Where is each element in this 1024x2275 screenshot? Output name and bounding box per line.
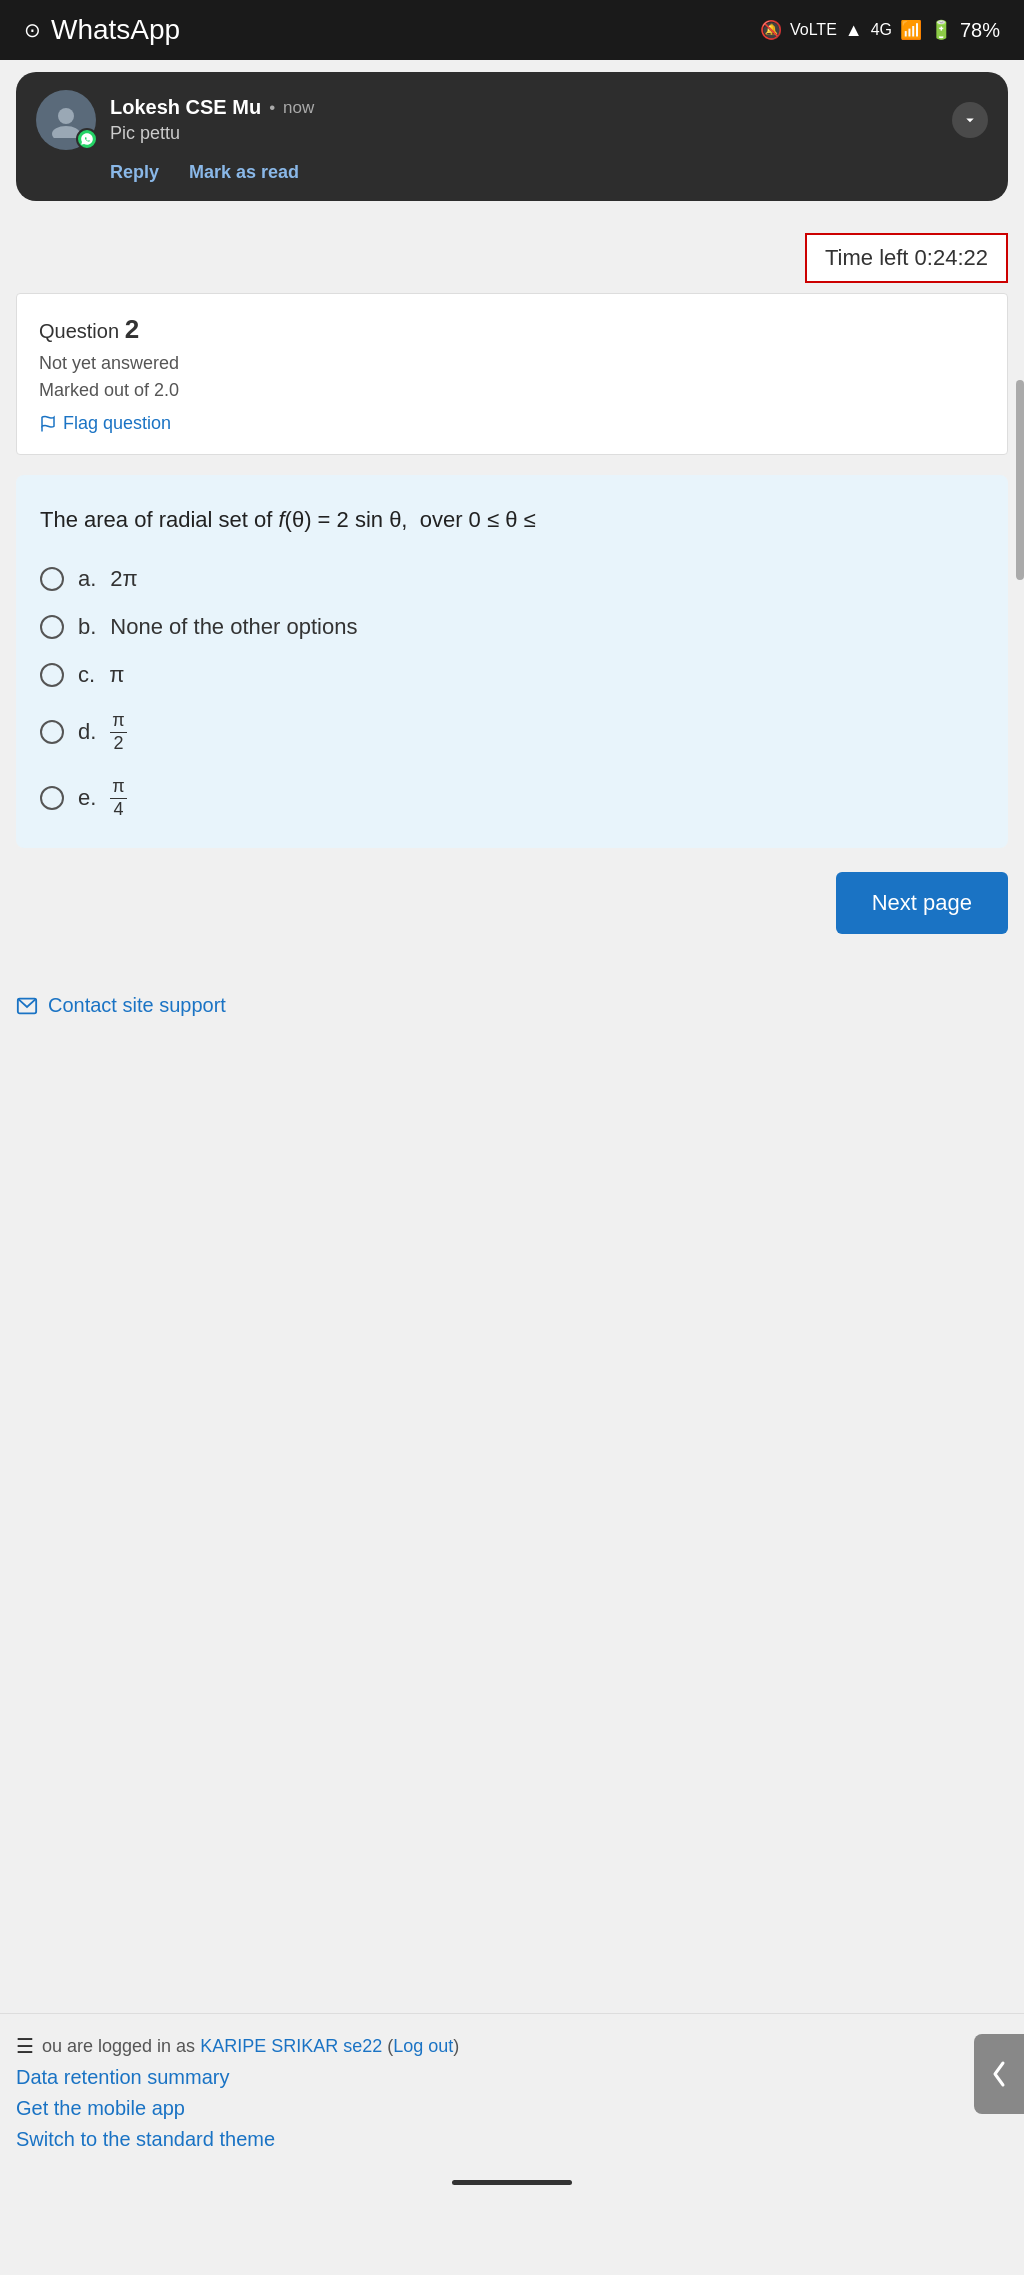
mark-as-read-button[interactable]: Mark as read [189,162,299,183]
question-info-card: Question 2 Not yet answered Marked out o… [16,293,1008,455]
notification-banner: Lokesh CSE Mu • now Pic pettu Reply Mark… [16,72,1008,201]
reply-button[interactable]: Reply [110,162,159,183]
notification-message: Pic pettu [110,123,938,144]
status-bar-right: 🔕 VoLTE ▲ 4G 📶 🔋 78% [760,19,1000,42]
option-e[interactable]: e. π 4 [40,776,984,820]
whatsapp-badge [76,128,98,150]
switch-theme-link[interactable]: Switch to the standard theme [16,2128,1008,2151]
notification-dot: • [269,98,275,118]
mobile-app-link[interactable]: Get the mobile app [16,2097,1008,2120]
battery-icon: 🔋 [930,19,952,41]
logout-link[interactable]: Log out [393,2036,453,2056]
radio-a[interactable] [40,567,64,591]
signal-bars: 📶 [900,19,922,41]
notification-header: Lokesh CSE Mu • now Pic pettu [36,90,988,150]
option-b[interactable]: b. None of the other options [40,614,984,640]
next-page-container: Next page [16,872,1008,934]
radio-d[interactable] [40,720,64,744]
data-retention-link[interactable]: Data retention summary [16,2066,1008,2089]
notification-title-row: Lokesh CSE Mu • now [110,96,938,119]
svg-point-0 [58,108,74,124]
status-bar-left: ⊙ WhatsApp [24,14,180,46]
whatsapp-badge-icon [80,132,94,146]
notification-actions: Reply Mark as read [36,162,988,183]
scrollbar[interactable] [1016,380,1024,580]
question-content-card: The area of radial set of f(θ) = 2 sin θ… [16,475,1008,848]
radio-c[interactable] [40,663,64,687]
battery-level: 78% [960,19,1000,42]
question-number: Question 2 [39,314,985,345]
main-content: Time left 0:24:22 Question 2 Not yet ans… [0,213,1024,2013]
timer-label: Time left 0:24:22 [825,245,988,270]
question-text: The area of radial set of f(θ) = 2 sin θ… [40,503,984,536]
chevron-left-icon [989,2059,1009,2089]
menu-icon: ☰ [16,2034,34,2058]
fraction-pi-4: π 4 [110,776,126,820]
app-name: WhatsApp [51,14,180,46]
footer-logged-in: ☰ ou are logged in as KARIPE SRIKAR se22… [16,2034,1008,2058]
timer-box: Time left 0:24:22 [805,233,1008,283]
next-page-button[interactable]: Next page [836,872,1008,934]
options-list: a. 2π b. None of the other options c. π … [40,566,984,820]
email-icon [16,995,38,1017]
signal-text: VoLTE [790,21,837,39]
option-d[interactable]: d. π 2 [40,710,984,754]
whatsapp-icon: ⊙ [24,18,41,42]
notification-sender-name: Lokesh CSE Mu [110,96,261,119]
notification-time: now [283,98,314,118]
network-icon: 4G [871,21,892,39]
home-indicator [16,2171,1008,2189]
footer: ☰ ou are logged in as KARIPE SRIKAR se22… [0,2013,1024,2209]
mute-icon: 🔕 [760,19,782,41]
flag-question-button[interactable]: Flag question [39,413,985,434]
question-status: Not yet answered [39,353,985,374]
notification-content: Lokesh CSE Mu • now Pic pettu [110,96,938,144]
option-c[interactable]: c. π [40,662,984,688]
contact-support-label: Contact site support [48,994,226,1017]
flag-icon [39,415,57,433]
chevron-down-icon [961,111,979,129]
back-button[interactable] [974,2034,1024,2114]
radio-e[interactable] [40,786,64,810]
fraction-pi-2: π 2 [110,710,126,754]
question-marks: Marked out of 2.0 [39,380,985,401]
option-a[interactable]: a. 2π [40,566,984,592]
flag-question-label: Flag question [63,413,171,434]
radio-b[interactable] [40,615,64,639]
status-bar: ⊙ WhatsApp 🔕 VoLTE ▲ 4G 📶 🔋 78% [0,0,1024,60]
notification-avatar [36,90,96,150]
contact-support-link[interactable]: Contact site support [16,994,1008,1017]
wifi-icon: ▲ [845,20,863,41]
logged-in-text: ou are logged in as KARIPE SRIKAR se22 (… [42,2036,459,2057]
username-link[interactable]: KARIPE SRIKAR se22 [200,2036,382,2056]
notification-collapse-button[interactable] [952,102,988,138]
